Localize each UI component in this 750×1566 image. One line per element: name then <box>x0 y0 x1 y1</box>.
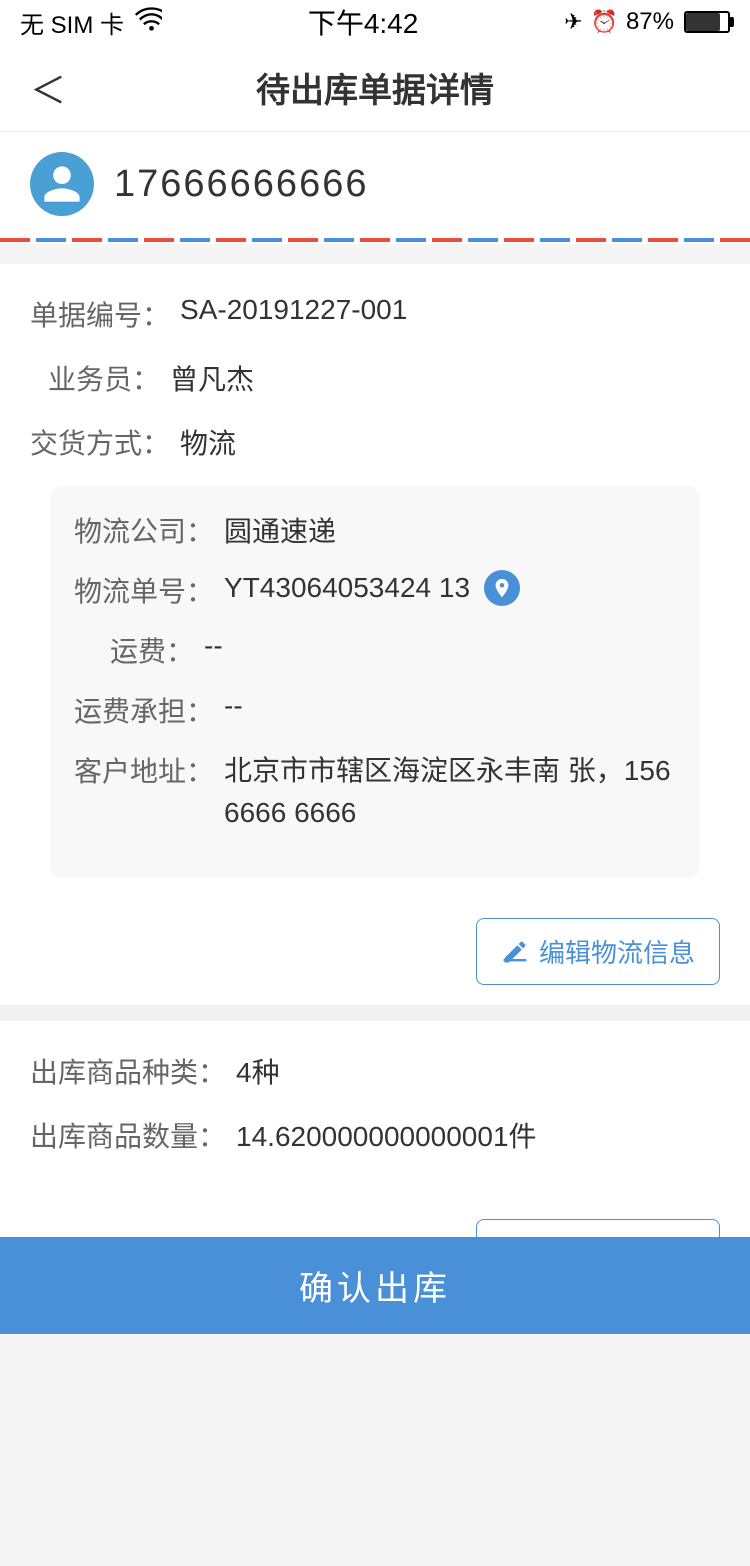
logistics-company-value: 圆通速递 <box>224 510 676 550</box>
logistics-company-row: 物流公司： 圆通速递 <box>74 510 676 550</box>
nav-bar: ＜ 待出库单据详情 <box>0 44 750 132</box>
address-value: 北京市市辖区海淀区永丰南 张，156 6666 6666 <box>224 750 676 834</box>
battery-icon <box>684 11 730 33</box>
confirm-btn-container: 确认出库 <box>0 1237 750 1334</box>
back-button[interactable]: ＜ <box>30 52 76 124</box>
alarm-icon: ⏰ <box>591 9 618 35</box>
sales-person-row: 业务员： 曾凡杰 <box>30 358 720 398</box>
status-right: ✈ ⏰ 87% <box>564 8 730 36</box>
sales-person-value: 曾凡杰 <box>170 358 720 398</box>
freight-bearer-value: -- <box>224 690 676 722</box>
edit-icon <box>501 938 529 966</box>
freight-label: 运费： <box>74 630 204 670</box>
tracking-number-value: YT43064053424 13 <box>224 570 676 606</box>
dashed-divider <box>0 236 750 244</box>
logistics-company-label: 物流公司： <box>74 510 224 550</box>
product-type-row: 出库商品种类： 4种 <box>30 1051 720 1091</box>
status-time: 下午4:42 <box>308 2 419 42</box>
freight-value: -- <box>204 630 676 662</box>
tracking-number-label: 物流单号： <box>74 570 224 610</box>
status-left: 无 SIM 卡 <box>20 5 162 40</box>
product-quantity-row: 出库商品数量： 14.620000000000001件 <box>30 1115 720 1155</box>
location-status-icon: ✈ <box>564 9 582 35</box>
wifi-icon <box>134 5 162 40</box>
order-number-label: 单据编号： <box>30 294 180 334</box>
battery-text: 87% <box>626 8 674 36</box>
status-bar: 无 SIM 卡 下午4:42 ✈ ⏰ 87% <box>0 0 750 44</box>
section-divider-1 <box>0 1005 750 1021</box>
confirm-button[interactable]: 确认出库 <box>0 1261 750 1310</box>
order-number-value: SA-20191227-001 <box>180 294 720 326</box>
address-label: 客户地址： <box>74 750 224 790</box>
freight-row: 运费： -- <box>74 630 676 670</box>
product-quantity-value: 14.620000000000001件 <box>236 1115 720 1155</box>
edit-logistics-button[interactable]: 编辑物流信息 <box>476 918 720 985</box>
product-section: 出库商品种类： 4种 出库商品数量： 14.620000000000001件 <box>0 1021 750 1209</box>
delivery-method-row: 交货方式： 物流 <box>30 422 720 462</box>
product-type-label: 出库商品种类： <box>30 1051 236 1091</box>
carrier-text: 无 SIM 卡 <box>20 5 124 40</box>
product-quantity-label: 出库商品数量： <box>30 1115 236 1155</box>
bottom-spacer <box>0 1316 750 1466</box>
location-track-button[interactable] <box>484 570 520 606</box>
edit-btn-label: 编辑物流信息 <box>539 933 695 970</box>
sales-person-label: 业务员： <box>30 358 170 398</box>
tracking-number-text: YT43064053424 13 <box>224 572 470 604</box>
order-info-section: 单据编号： SA-20191227-001 业务员： 曾凡杰 交货方式： 物流 … <box>0 264 750 908</box>
tracking-value-container: YT43064053424 13 <box>224 570 676 606</box>
product-type-value: 4种 <box>236 1051 720 1091</box>
edit-btn-row: 编辑物流信息 <box>0 908 750 1005</box>
delivery-method-label: 交货方式： <box>30 422 180 462</box>
logistics-card: 物流公司： 圆通速递 物流单号： YT43064053424 13 <box>50 486 700 878</box>
order-number-row: 单据编号： SA-20191227-001 <box>30 294 720 334</box>
delivery-method-value: 物流 <box>180 422 720 462</box>
freight-bearer-label: 运费承担： <box>74 690 224 730</box>
user-header: 17666666666 <box>0 132 750 236</box>
address-row: 客户地址： 北京市市辖区海淀区永丰南 张，156 6666 6666 <box>74 750 676 834</box>
user-phone: 17666666666 <box>114 163 368 206</box>
avatar <box>30 152 94 216</box>
page-title: 待出库单据详情 <box>256 63 494 112</box>
freight-bearer-row: 运费承担： -- <box>74 690 676 730</box>
tracking-number-row: 物流单号： YT43064053424 13 <box>74 570 676 610</box>
